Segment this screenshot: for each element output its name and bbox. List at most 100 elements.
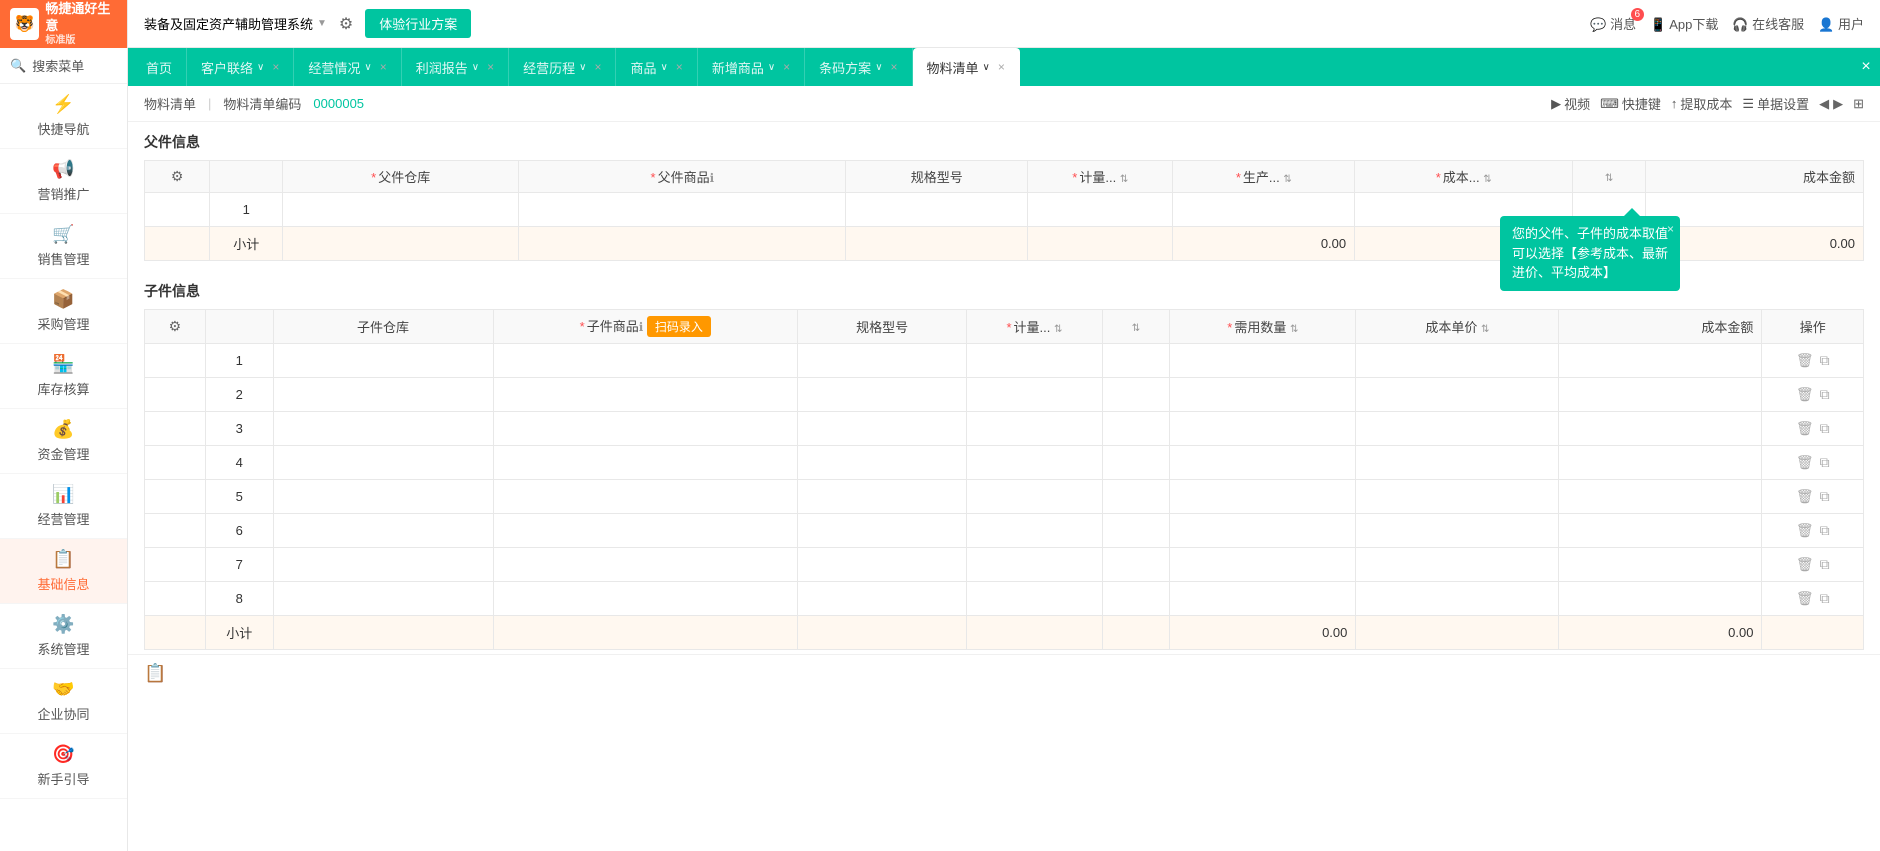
add-row-icon[interactable]: 📋 <box>144 663 166 684</box>
tooltip-close-btn[interactable]: × <box>1667 220 1674 238</box>
breadcrumb-bom[interactable]: 物料清单 <box>144 94 196 113</box>
child-row-warehouse[interactable] <box>273 412 493 446</box>
parent-row-product[interactable] <box>519 193 846 227</box>
trial-button[interactable]: 体验行业方案 <box>365 9 471 38</box>
info-icon[interactable]: ℹ <box>710 171 715 185</box>
child-row-warehouse[interactable] <box>273 514 493 548</box>
copy-row-btn[interactable]: ⧉ <box>1820 488 1830 505</box>
online-service-btn[interactable]: 🎧 在线客服 <box>1732 14 1804 33</box>
tab-profit[interactable]: 利润报告 ∨ × <box>402 48 509 86</box>
child-row-product[interactable] <box>493 412 798 446</box>
sidebar-item-system[interactable]: ⚙️ 系统管理 <box>0 604 127 669</box>
tab-close-icon[interactable]: × <box>676 60 683 74</box>
child-row-spec[interactable] <box>798 344 967 378</box>
child-row-qty[interactable] <box>1170 378 1356 412</box>
sidebar-item-collab[interactable]: 🤝 企业协同 <box>0 669 127 734</box>
tab-close-icon[interactable]: × <box>998 60 1005 74</box>
child-row-unit-price[interactable] <box>1356 480 1559 514</box>
sidebar-item-operation[interactable]: 📊 经营管理 <box>0 474 127 539</box>
child-row-unit[interactable] <box>967 548 1102 582</box>
delete-row-btn[interactable]: 🗑 <box>1796 386 1814 403</box>
copy-row-btn[interactable]: ⧉ <box>1820 352 1830 369</box>
child-row-unit-price[interactable] <box>1356 378 1559 412</box>
sidebar-item-quick-nav[interactable]: ⚡ 快捷导航 <box>0 84 127 149</box>
tab-close-icon[interactable]: × <box>783 60 790 74</box>
copy-row-btn[interactable]: ⧉ <box>1820 386 1830 403</box>
tab-home[interactable]: 首页 <box>132 48 187 86</box>
child-row-spec[interactable] <box>798 514 967 548</box>
child-row-unit-price[interactable] <box>1356 344 1559 378</box>
tab-close-icon[interactable]: × <box>594 60 601 74</box>
child-row-qty[interactable] <box>1170 412 1356 446</box>
child-row-spec[interactable] <box>798 548 967 582</box>
child-row-warehouse[interactable] <box>273 344 493 378</box>
delete-row-btn[interactable]: 🗑 <box>1796 590 1814 607</box>
single-settings-btn[interactable]: ☰ 单据设置 <box>1742 94 1809 113</box>
scan-input-btn[interactable]: 扫码录入 <box>647 316 711 337</box>
delete-row-btn[interactable]: 🗑 <box>1796 488 1814 505</box>
parent-row-spec[interactable] <box>846 193 1028 227</box>
search-menu[interactable]: 🔍 搜索菜单 <box>0 48 127 84</box>
system-selector[interactable]: 装备及固定资产辅助管理系统 ▼ <box>144 14 327 33</box>
child-row-unit-price[interactable] <box>1356 582 1559 616</box>
tab-close-icon[interactable]: × <box>487 60 494 74</box>
tab-new-goods[interactable]: 新增商品 ∨ × <box>698 48 805 86</box>
gear-icon[interactable]: ⚙ <box>171 168 184 184</box>
delete-row-btn[interactable]: 🗑 <box>1796 522 1814 539</box>
gear-icon[interactable]: ⚙ <box>169 318 182 334</box>
child-row-qty[interactable] <box>1170 344 1356 378</box>
sidebar-item-marketing[interactable]: 📢 营销推广 <box>0 149 127 214</box>
gear-settings-icon[interactable]: ⚙ <box>339 14 353 34</box>
child-row-unit-price[interactable] <box>1356 514 1559 548</box>
child-row-unit[interactable] <box>967 344 1102 378</box>
sidebar-item-basic[interactable]: 📋 基础信息 <box>0 539 127 604</box>
tab-close-icon[interactable]: × <box>891 60 898 74</box>
child-row-spec[interactable] <box>798 480 967 514</box>
parent-row-unit[interactable] <box>1028 193 1173 227</box>
copy-row-btn[interactable]: ⧉ <box>1820 590 1830 607</box>
child-row-product[interactable] <box>493 548 798 582</box>
next-page-btn[interactable]: ▶ <box>1833 96 1843 112</box>
child-row-unit[interactable] <box>967 582 1102 616</box>
parent-row-production[interactable] <box>1173 193 1355 227</box>
user-btn[interactable]: 👤 用户 <box>1818 14 1864 33</box>
child-row-spec[interactable] <box>798 446 967 480</box>
tab-close-icon[interactable]: × <box>380 60 387 74</box>
delete-row-btn[interactable]: 🗑 <box>1796 420 1814 437</box>
child-row-qty[interactable] <box>1170 514 1356 548</box>
child-row-unit[interactable] <box>967 514 1102 548</box>
child-row-qty[interactable] <box>1170 446 1356 480</box>
extract-cost-btn[interactable]: ↑ 提取成本 <box>1671 94 1733 113</box>
copy-row-btn[interactable]: ⧉ <box>1820 420 1830 437</box>
child-row-product[interactable] <box>493 514 798 548</box>
sidebar-item-finance[interactable]: 💰 资金管理 <box>0 409 127 474</box>
copy-row-btn[interactable]: ⧉ <box>1820 522 1830 539</box>
child-row-unit[interactable] <box>967 378 1102 412</box>
sidebar-item-guide[interactable]: 🎯 新手引导 <box>0 734 127 799</box>
tab-close-icon[interactable]: × <box>272 60 279 74</box>
child-row-unit[interactable] <box>967 412 1102 446</box>
tab-bom[interactable]: 物料清单 ∨ × <box>913 48 1020 86</box>
child-row-unit[interactable] <box>967 480 1102 514</box>
delete-row-btn[interactable]: 🗑 <box>1796 352 1814 369</box>
copy-row-btn[interactable]: ⧉ <box>1820 454 1830 471</box>
child-row-spec[interactable] <box>798 412 967 446</box>
delete-row-btn[interactable]: 🗑 <box>1796 454 1814 471</box>
child-row-unit-price[interactable] <box>1356 446 1559 480</box>
sidebar-item-sales[interactable]: 🛒 销售管理 <box>0 214 127 279</box>
child-row-warehouse[interactable] <box>273 582 493 616</box>
child-row-spec[interactable] <box>798 582 967 616</box>
message-wrapper[interactable]: 💬 6 消息 <box>1590 14 1636 33</box>
child-row-spec[interactable] <box>798 378 967 412</box>
info-icon[interactable]: ℹ <box>639 320 644 334</box>
sidebar-item-inventory[interactable]: 🏪 库存核算 <box>0 344 127 409</box>
child-row-qty[interactable] <box>1170 480 1356 514</box>
grid-view-btn[interactable]: ⊞ <box>1853 96 1864 112</box>
child-row-unit-price[interactable] <box>1356 412 1559 446</box>
child-col-gear[interactable]: ⚙ <box>145 310 206 344</box>
tab-goods[interactable]: 商品 ∨ × <box>616 48 697 86</box>
tab-operations[interactable]: 经营情况 ∨ × <box>294 48 401 86</box>
close-all-tabs-btn[interactable]: × <box>1852 48 1880 86</box>
tab-customers[interactable]: 客户联络 ∨ × <box>187 48 294 86</box>
prev-page-btn[interactable]: ◀ <box>1819 96 1829 112</box>
